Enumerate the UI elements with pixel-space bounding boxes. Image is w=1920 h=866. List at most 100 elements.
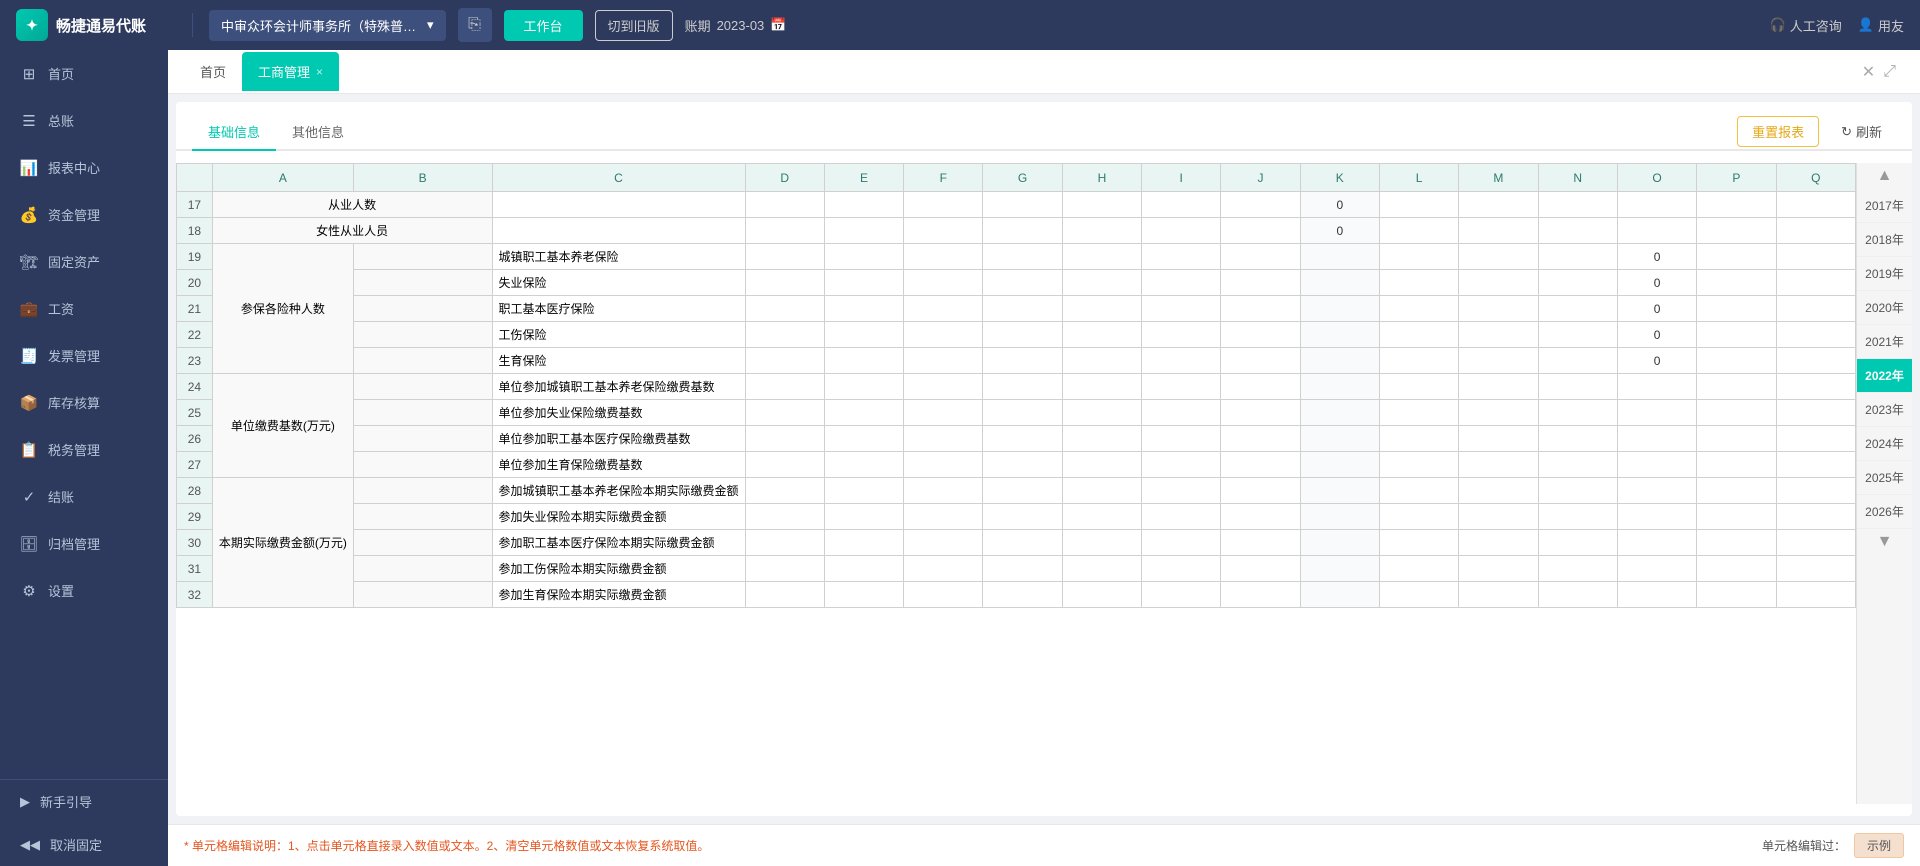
cell-19-f[interactable] <box>904 244 983 270</box>
cell-24-p[interactable] <box>1697 374 1776 400</box>
cell-21-i[interactable] <box>1142 296 1221 322</box>
cell-19-c[interactable]: 城镇职工基本养老保险 <box>492 244 745 270</box>
cell-26-n[interactable] <box>1538 426 1617 452</box>
cell-31-e[interactable] <box>824 556 903 582</box>
cell-32-g[interactable] <box>983 582 1062 608</box>
cell-22-p[interactable] <box>1697 322 1776 348</box>
cell-25-c[interactable]: 单位参加失业保险缴费基数 <box>492 400 745 426</box>
cell-20-j[interactable] <box>1221 270 1300 296</box>
cell-19-g[interactable] <box>983 244 1062 270</box>
year-item-2025[interactable]: 2025年 <box>1857 461 1912 495</box>
sidebar-item-inventory[interactable]: 📦 库存核算 <box>0 379 168 426</box>
cell-28-j[interactable] <box>1221 478 1300 504</box>
cell-18-f[interactable] <box>904 218 983 244</box>
cell-17-h[interactable] <box>1062 192 1141 218</box>
cell-19-b[interactable] <box>353 244 492 270</box>
cell-32-p[interactable] <box>1697 582 1776 608</box>
cell-27-l[interactable] <box>1379 452 1458 478</box>
cell-31-i[interactable] <box>1142 556 1221 582</box>
cell-19-a[interactable]: 参保各险种人数 <box>212 244 353 374</box>
cell-24-h[interactable] <box>1062 374 1141 400</box>
cell-31-m[interactable] <box>1459 556 1538 582</box>
cell-19-j[interactable] <box>1221 244 1300 270</box>
cell-24-j[interactable] <box>1221 374 1300 400</box>
cell-17-q[interactable] <box>1776 192 1855 218</box>
cell-25-h[interactable] <box>1062 400 1141 426</box>
cell-26-o[interactable] <box>1617 426 1696 452</box>
cell-21-g[interactable] <box>983 296 1062 322</box>
sidebar-item-reports[interactable]: 📊 报表中心 <box>0 144 168 191</box>
cell-29-f[interactable] <box>904 504 983 530</box>
cell-25-l[interactable] <box>1379 400 1458 426</box>
cell-25-p[interactable] <box>1697 400 1776 426</box>
cell-19-m[interactable] <box>1459 244 1538 270</box>
cell-29-d[interactable] <box>745 504 824 530</box>
cell-27-g[interactable] <box>983 452 1062 478</box>
cell-27-k[interactable] <box>1300 452 1379 478</box>
cell-28-p[interactable] <box>1697 478 1776 504</box>
cell-22-g[interactable] <box>983 322 1062 348</box>
cell-24-d[interactable] <box>745 374 824 400</box>
cell-31-f[interactable] <box>904 556 983 582</box>
cell-29-h[interactable] <box>1062 504 1141 530</box>
service-button[interactable]: 🎧 人工咨询 <box>1770 16 1842 35</box>
cell-20-o[interactable]: 0 <box>1617 270 1696 296</box>
reset-report-button[interactable]: 重置报表 <box>1737 116 1819 147</box>
cell-17-m[interactable] <box>1459 192 1538 218</box>
cell-27-b[interactable] <box>353 452 492 478</box>
cell-24-m[interactable] <box>1459 374 1538 400</box>
cell-22-l[interactable] <box>1379 322 1458 348</box>
year-nav-down-button[interactable]: ▼ <box>1877 533 1893 551</box>
year-item-2023[interactable]: 2023年 <box>1857 393 1912 427</box>
cell-25-g[interactable] <box>983 400 1062 426</box>
cell-20-q[interactable] <box>1776 270 1855 296</box>
cell-24-q[interactable] <box>1776 374 1855 400</box>
cell-29-o[interactable] <box>1617 504 1696 530</box>
cell-30-c[interactable]: 参加职工基本医疗保险本期实际缴费金额 <box>492 530 745 556</box>
cell-24-f[interactable] <box>904 374 983 400</box>
cell-18-d[interactable] <box>745 218 824 244</box>
cell-20-n[interactable] <box>1538 270 1617 296</box>
cell-17-c[interactable] <box>492 192 745 218</box>
cell-21-o[interactable]: 0 <box>1617 296 1696 322</box>
cell-18-l[interactable] <box>1379 218 1458 244</box>
cell-21-h[interactable] <box>1062 296 1141 322</box>
cell-28-c[interactable]: 参加城镇职工基本养老保险本期实际缴费金额 <box>492 478 745 504</box>
cell-21-q[interactable] <box>1776 296 1855 322</box>
cell-26-q[interactable] <box>1776 426 1855 452</box>
sidebar-item-payroll[interactable]: 💼 工资 <box>0 285 168 332</box>
cell-28-h[interactable] <box>1062 478 1141 504</box>
cell-30-j[interactable] <box>1221 530 1300 556</box>
cell-19-h[interactable] <box>1062 244 1141 270</box>
cell-26-m[interactable] <box>1459 426 1538 452</box>
cell-28-k[interactable] <box>1300 478 1379 504</box>
cell-21-e[interactable] <box>824 296 903 322</box>
cell-29-g[interactable] <box>983 504 1062 530</box>
workbench-button[interactable]: 工作台 <box>504 10 583 41</box>
cell-26-g[interactable] <box>983 426 1062 452</box>
cell-28-g[interactable] <box>983 478 1062 504</box>
cell-29-q[interactable] <box>1776 504 1855 530</box>
cell-32-j[interactable] <box>1221 582 1300 608</box>
cell-23-p[interactable] <box>1697 348 1776 374</box>
cell-22-j[interactable] <box>1221 322 1300 348</box>
cell-24-i[interactable] <box>1142 374 1221 400</box>
cell-24-o[interactable] <box>1617 374 1696 400</box>
cell-21-c[interactable]: 职工基本医疗保险 <box>492 296 745 322</box>
cell-25-f[interactable] <box>904 400 983 426</box>
cell-31-b[interactable] <box>353 556 492 582</box>
year-item-2022[interactable]: 2022年 <box>1857 359 1912 393</box>
cell-30-m[interactable] <box>1459 530 1538 556</box>
cell-30-e[interactable] <box>824 530 903 556</box>
sidebar-item-archive[interactable]: 🗄 归档管理 <box>0 520 168 567</box>
cell-23-e[interactable] <box>824 348 903 374</box>
cell-27-e[interactable] <box>824 452 903 478</box>
cell-22-c[interactable]: 工伤保险 <box>492 322 745 348</box>
cell-27-c[interactable]: 单位参加生育保险缴费基数 <box>492 452 745 478</box>
cell-18-m[interactable] <box>1459 218 1538 244</box>
cell-30-g[interactable] <box>983 530 1062 556</box>
cell-23-m[interactable] <box>1459 348 1538 374</box>
cell-18-c[interactable] <box>492 218 745 244</box>
cell-27-o[interactable] <box>1617 452 1696 478</box>
cell-20-p[interactable] <box>1697 270 1776 296</box>
